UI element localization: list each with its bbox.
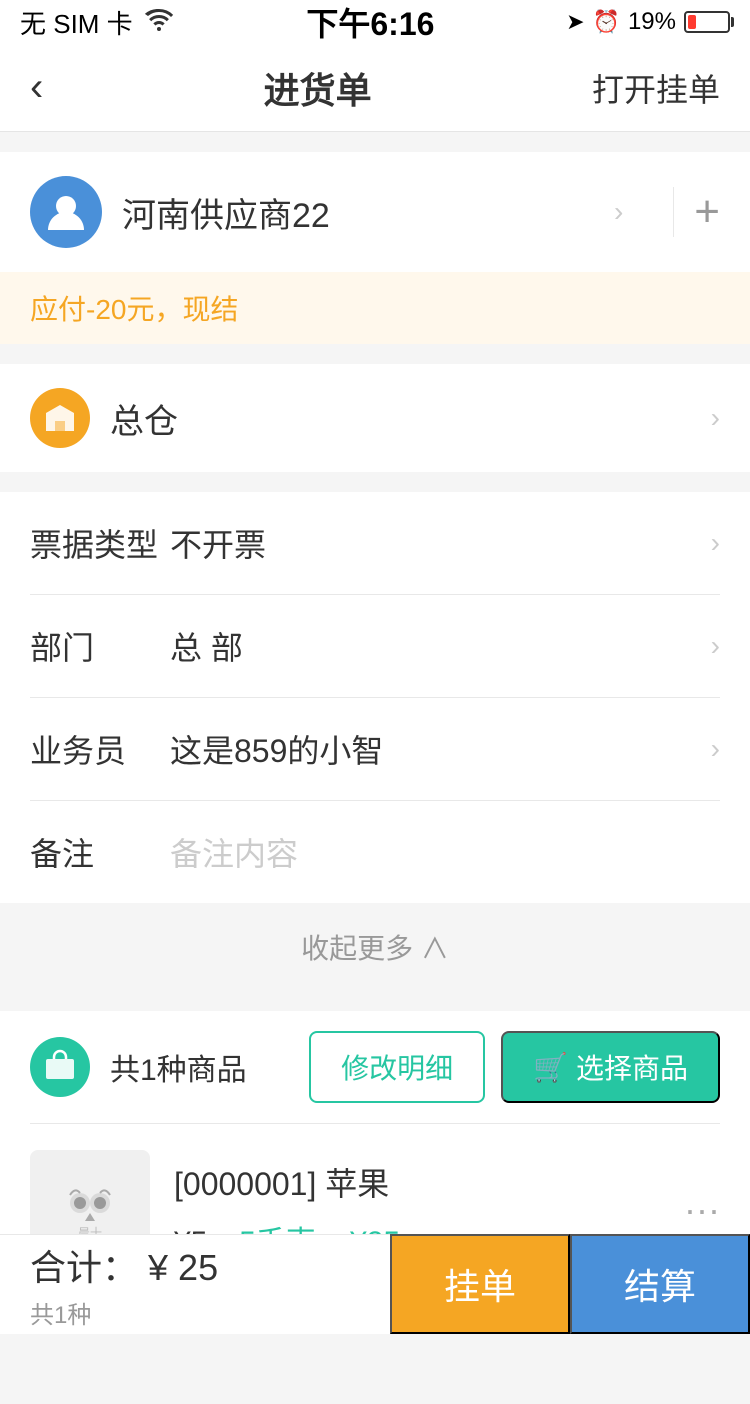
supplier-chevron-icon: › [614, 196, 623, 228]
page-title: 进货单 [264, 62, 372, 114]
bottom-bar: 合计： ¥ 25 共1种 挂单 结算 [0, 1234, 750, 1334]
form-section: 票据类型 不开票 › 部门 总 部 › 业务员 这是859的小智 › 备注 备注… [0, 492, 750, 903]
warehouse-name: 总仓 [110, 394, 711, 443]
salesperson-row[interactable]: 业务员 这是859的小智 › [0, 698, 750, 800]
salesperson-label: 业务员 [30, 726, 170, 772]
status-bar: 无 SIM 卡 下午6:16 ➤ ⏰ 19% [0, 0, 750, 44]
total-label: 合计： [30, 1247, 138, 1288]
product-code: [0000001] [174, 1166, 316, 1202]
remark-placeholder: 备注内容 [170, 829, 720, 875]
invoice-type-value: 不开票 [170, 520, 711, 566]
add-supplier-button[interactable]: + [694, 187, 720, 237]
warehouse-chevron-icon: › [711, 402, 720, 434]
select-products-label: 选择商品 [576, 1047, 688, 1087]
supplier-section: 河南供应商22 › + 应付-20元，现结 [0, 152, 750, 344]
status-carrier: 无 SIM 卡 [20, 4, 175, 41]
separator [673, 187, 674, 237]
hold-button[interactable]: 挂单 [390, 1234, 570, 1334]
battery-icon [684, 11, 730, 33]
department-chevron-icon: › [711, 630, 720, 662]
collapse-row[interactable]: 收起更多 ∧ [0, 903, 750, 991]
divider-1 [0, 344, 750, 364]
warehouse-icon [30, 388, 90, 448]
product-more-button[interactable]: ··· [684, 1189, 720, 1231]
divider-products [30, 1123, 720, 1124]
open-hold-button[interactable]: 打开挂单 [592, 65, 720, 111]
product-name: [0000001] 苹果 [174, 1159, 668, 1205]
total-count: 共1种 [30, 1295, 360, 1330]
wifi-icon [143, 7, 175, 38]
products-icon [30, 1037, 90, 1097]
collapse-label: 收起更多 ∧ [301, 927, 449, 967]
notice-text: 应付-20元，现结 [30, 294, 238, 325]
invoice-type-label: 票据类型 [30, 520, 170, 566]
select-products-icon: 🛒 [533, 1051, 568, 1084]
location-icon: ➤ [566, 9, 584, 35]
carrier-text: 无 SIM 卡 [20, 4, 133, 41]
department-value: 总 部 [170, 623, 711, 669]
remark-label: 备注 [30, 829, 170, 875]
products-count: 共1种商品 [110, 1045, 309, 1089]
divider-3 [0, 991, 750, 1011]
invoice-type-row[interactable]: 票据类型 不开票 › [0, 492, 750, 594]
status-indicators: ➤ ⏰ 19% [566, 8, 730, 36]
alarm-icon: ⏰ [593, 9, 620, 35]
remark-row[interactable]: 备注 备注内容 [0, 801, 750, 903]
salesperson-value: 这是859的小智 [170, 726, 711, 772]
invoice-chevron-icon: › [711, 527, 720, 559]
nav-bar: ‹ 进货单 打开挂单 [0, 44, 750, 132]
product-title: 苹果 [325, 1166, 389, 1202]
products-header: 共1种商品 修改明细 🛒 选择商品 [0, 1011, 750, 1123]
battery-percent: 19% [628, 8, 676, 36]
total-amount: 合计： ¥ 25 [30, 1239, 360, 1291]
salesperson-chevron-icon: › [711, 733, 720, 765]
total-section: 合计： ¥ 25 共1种 [0, 1234, 390, 1334]
department-label: 部门 [30, 623, 170, 669]
select-products-button[interactable]: 🛒 选择商品 [501, 1031, 720, 1103]
supplier-name: 河南供应商22 [122, 188, 614, 237]
divider-2 [0, 472, 750, 492]
back-button[interactable]: ‹ [30, 65, 43, 110]
notice-bar: 应付-20元，现结 [0, 272, 750, 344]
department-row[interactable]: 部门 总 部 › [0, 595, 750, 697]
supplier-row[interactable]: 河南供应商22 › + [0, 152, 750, 272]
total-value: ¥ 25 [148, 1247, 218, 1288]
status-time: 下午6:16 [306, 0, 434, 45]
supplier-avatar [30, 176, 102, 248]
edit-details-button[interactable]: 修改明细 [309, 1031, 485, 1103]
warehouse-row[interactable]: 总仓 › [0, 364, 750, 472]
warehouse-section: 总仓 › [0, 364, 750, 472]
divider-top [0, 132, 750, 152]
checkout-button[interactable]: 结算 [570, 1234, 750, 1334]
